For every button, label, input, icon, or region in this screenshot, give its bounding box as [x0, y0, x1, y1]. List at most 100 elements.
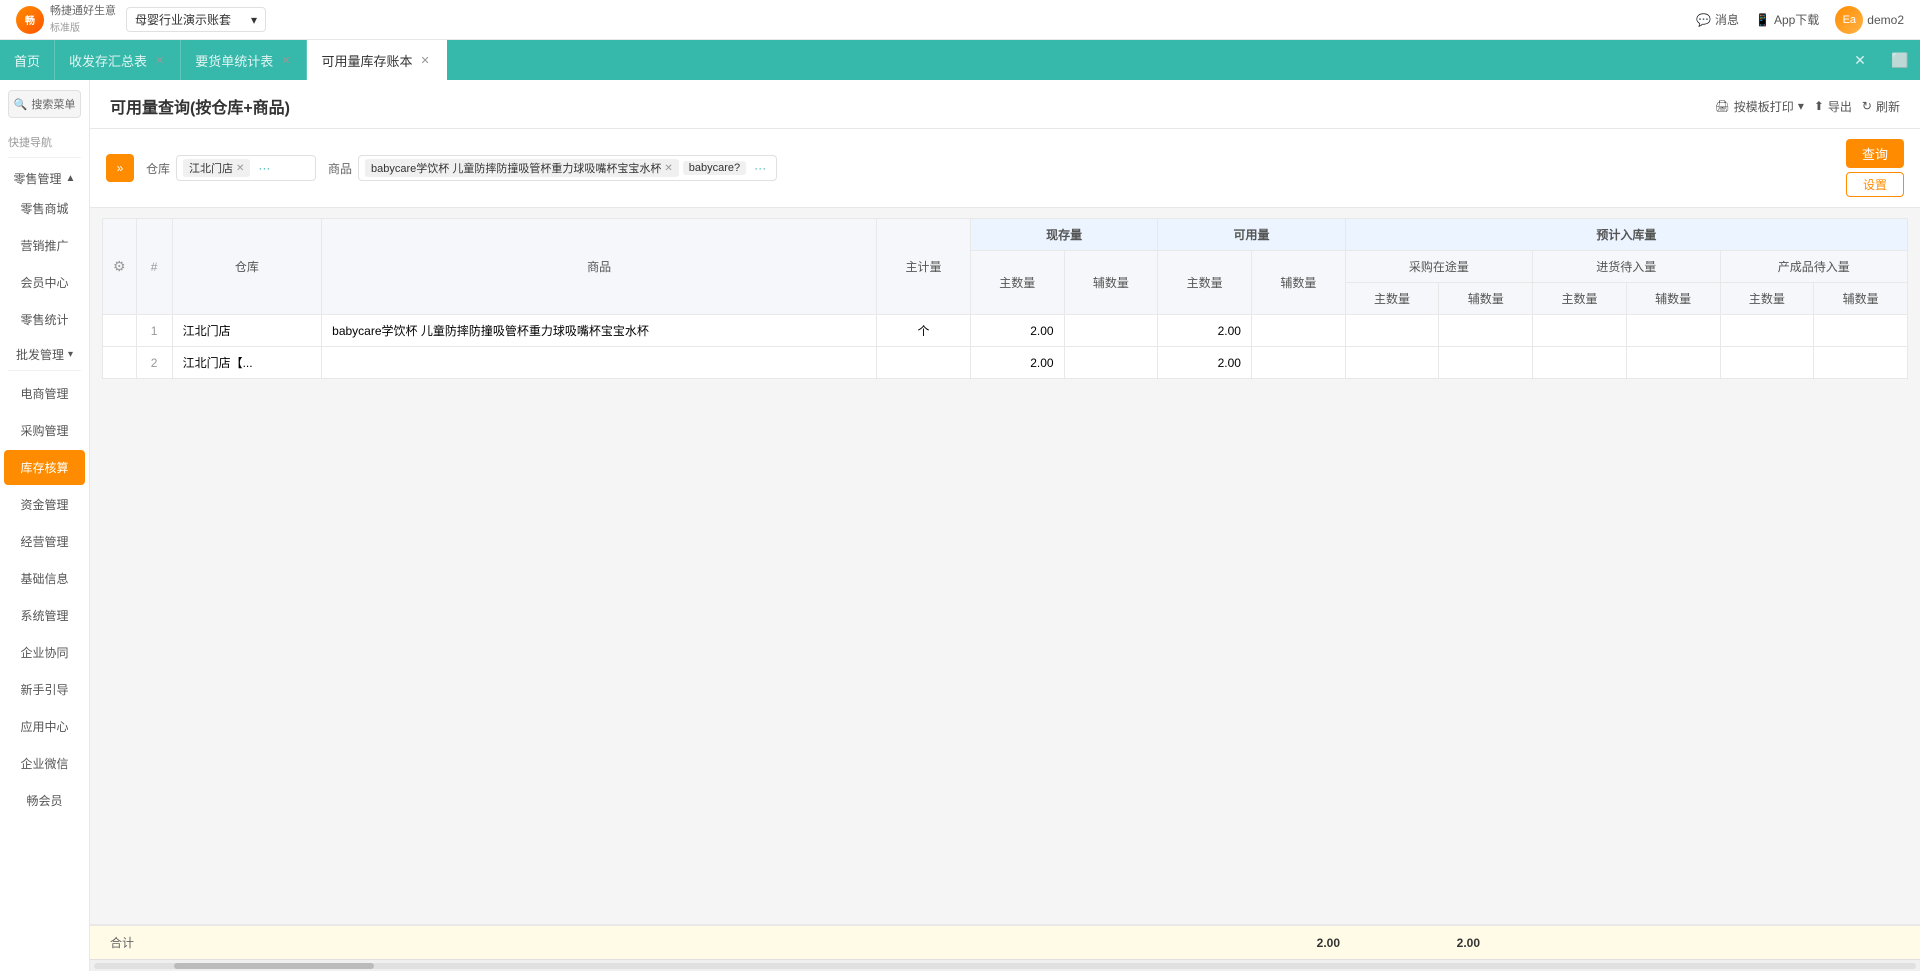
sidebar-item-member-center[interactable]: 会员中心 [4, 265, 85, 300]
retail-mgmt-label: 零售管理 [14, 170, 62, 187]
wholesale-chevron: ▾ [68, 349, 73, 360]
warehouse-filter-label: 仓库 [146, 160, 170, 177]
app-download-label: App下载 [1774, 11, 1819, 28]
row1-inbound-aux [1626, 315, 1720, 347]
warehouse-tag-remove[interactable]: ✕ [236, 163, 244, 174]
tab-receive-send-close[interactable]: ✕ [153, 53, 166, 68]
th-forecast-in: 预计入库量 [1345, 219, 1907, 251]
sidebar-item-new-guide[interactable]: 新手引导 [4, 672, 85, 707]
row2-current-aux [1064, 347, 1158, 379]
sidebar-item-ops[interactable]: 经营管理 [4, 524, 85, 559]
horizontal-scrollbar[interactable] [90, 959, 1920, 971]
sidebar-section-wholesale[interactable]: 批发管理 ▾ [0, 338, 89, 366]
tab-order-stats[interactable]: 要货单统计表 ✕ [181, 40, 307, 80]
th-current-aux: 辅数量 [1064, 251, 1158, 315]
sidebar-section-retail[interactable]: 零售管理 ▲ [0, 162, 89, 190]
sidebar-item-finance[interactable]: 资金管理 [4, 487, 85, 522]
row1-available-main: 2.00 [1158, 315, 1252, 347]
sidebar: 🔍 搜索菜单 快捷导航 零售管理 ▲ 零售商城 营销推广 会员中心 零售统计 批… [0, 80, 90, 971]
sidebar-item-basic-info[interactable]: 基础信息 [4, 561, 85, 596]
sidebar-item-retail-mall[interactable]: 零售商城 [4, 191, 85, 226]
row2-purchase-main [1345, 347, 1439, 379]
tab-home[interactable]: 首页 [0, 40, 55, 80]
top-bar-right: 💬 消息 📱 App下载 Ea demo2 [1696, 6, 1904, 34]
logo-text-block: 畅捷通好生意 标准版 [50, 5, 116, 33]
row1-available-aux [1251, 315, 1345, 347]
query-button[interactable]: 查询 [1846, 139, 1904, 168]
th-production-aux: 辅数量 [1814, 283, 1908, 315]
sidebar-item-stock-check[interactable]: 库存核算 [4, 450, 85, 485]
username: demo2 [1867, 13, 1904, 27]
row2-current-main: 2.00 [970, 347, 1064, 379]
warehouse-filter-tags[interactable]: 江北门店 ✕ ··· [176, 155, 316, 181]
search-icon: 🔍 [14, 98, 28, 111]
logo-area: 畅 畅捷通好生意 标准版 [16, 5, 116, 33]
template-print-label: 按模板打印 [1734, 98, 1794, 115]
th-purchase-main: 主数量 [1345, 283, 1439, 315]
wholesale-mgmt-label: 批发管理 [16, 346, 64, 363]
product-tag-2: babycare? [683, 161, 746, 175]
sidebar-item-sys-mgmt[interactable]: 系统管理 [4, 598, 85, 633]
product-filter-tags[interactable]: babycare学饮杯 儿童防摔防撞吸管杯重力球吸嘴杯宝宝水杯 ✕ babyca… [358, 155, 777, 181]
industry-select[interactable]: 母婴行业演示账套 ▾ [126, 7, 266, 32]
row1-purchase-aux [1439, 315, 1533, 347]
refresh-button[interactable]: ↻ 刷新 [1862, 98, 1900, 115]
tab-available-stock-close[interactable]: ✕ [419, 53, 432, 68]
row2-settings [103, 347, 137, 379]
export-button[interactable]: ⬆ 导出 [1814, 98, 1852, 115]
app-download-button[interactable]: 📱 App下载 [1755, 11, 1819, 28]
export-label: 导出 [1828, 98, 1852, 115]
sidebar-item-marketing[interactable]: 营销推广 [4, 228, 85, 263]
sidebar-item-retail-stats[interactable]: 零售统计 [4, 302, 85, 337]
row1-warehouse: 江北门店 [172, 315, 322, 347]
gear-icon[interactable]: ⚙ [113, 258, 126, 274]
row1-production-main [1720, 315, 1814, 347]
th-product: 商品 [322, 219, 877, 315]
tab-order-stats-close[interactable]: ✕ [279, 53, 292, 68]
scroll-thumb[interactable] [174, 963, 374, 969]
user-area[interactable]: Ea demo2 [1835, 6, 1904, 34]
tab-receive-send[interactable]: 收发存汇总表 ✕ [55, 40, 181, 80]
table-row: 1 江北门店 babycare学饮杯 儿童防摔防撞吸管杯重力球吸嘴杯宝宝水杯 个… [103, 315, 1908, 347]
sidebar-item-app-center[interactable]: 应用中心 [4, 709, 85, 744]
settings-button[interactable]: 设置 [1846, 172, 1904, 197]
filter-actions: 查询 设置 [1846, 139, 1904, 197]
template-print-button[interactable]: 🖨 按模板打印 ▾ [1715, 98, 1804, 115]
sidebar-item-ecommerce[interactable]: 电商管理 [4, 376, 85, 411]
th-settings[interactable]: ⚙ [103, 219, 137, 315]
th-warehouse: 仓库 [172, 219, 322, 315]
table-wrapper: ⚙ # 仓库 商品 主计量 现存量 可用量 预计入库量 主数量 辅数量 主数量 [90, 218, 1920, 924]
top-bar: 畅 畅捷通好生意 标准版 母婴行业演示账套 ▾ 💬 消息 📱 App下载 Ea … [0, 0, 1920, 40]
filter-expand-button[interactable]: » [106, 154, 134, 182]
page-actions: 🖨 按模板打印 ▾ ⬆ 导出 ↻ 刷新 [1715, 98, 1900, 115]
sidebar-divider-2 [8, 370, 81, 371]
th-purchase-transit: 采购在途量 [1345, 251, 1532, 283]
th-current-main: 主数量 [970, 251, 1064, 315]
logo-text: 畅捷通好生意 [50, 5, 116, 18]
sidebar-item-purchase[interactable]: 采购管理 [4, 413, 85, 448]
window-close-button[interactable]: ✕ [1840, 40, 1880, 80]
warehouse-more-button[interactable]: ··· [254, 161, 274, 175]
sidebar-search-button[interactable]: 🔍 搜索菜单 [8, 90, 81, 118]
product-tag-1-remove[interactable]: ✕ [664, 163, 672, 174]
warehouse-tag-value: 江北门店 [189, 160, 233, 176]
industry-select-chevron: ▾ [251, 13, 257, 27]
window-maximize-button[interactable]: ⬜ [1880, 40, 1920, 80]
sidebar-item-enterprise-wechat[interactable]: 企业微信 [4, 746, 85, 781]
main-layout: 🔍 搜索菜单 快捷导航 零售管理 ▲ 零售商城 营销推广 会员中心 零售统计 批… [0, 80, 1920, 971]
nav-tabs: 首页 收发存汇总表 ✕ 要货单统计表 ✕ 可用量库存账本 ✕ ✕ ⬜ [0, 40, 1920, 80]
footer-current-main: 2.00 [1260, 936, 1340, 950]
sidebar-search-area: 🔍 搜索菜单 [0, 80, 89, 128]
sidebar-divider-1 [8, 157, 81, 158]
avatar: Ea [1835, 6, 1863, 34]
nav-win-buttons: ✕ ⬜ [1840, 40, 1920, 80]
sidebar-item-enterprise-collab[interactable]: 企业协同 [4, 635, 85, 670]
row2-production-aux [1814, 347, 1908, 379]
row1-inbound-main [1533, 315, 1627, 347]
tab-available-stock[interactable]: 可用量库存账本 ✕ [307, 40, 446, 80]
message-button[interactable]: 💬 消息 [1696, 11, 1739, 28]
row2-inbound-aux [1626, 347, 1720, 379]
product-more-button[interactable]: ··· [750, 161, 770, 175]
sidebar-item-member[interactable]: 畅会员 [4, 783, 85, 818]
nav-spacer [447, 40, 1840, 80]
